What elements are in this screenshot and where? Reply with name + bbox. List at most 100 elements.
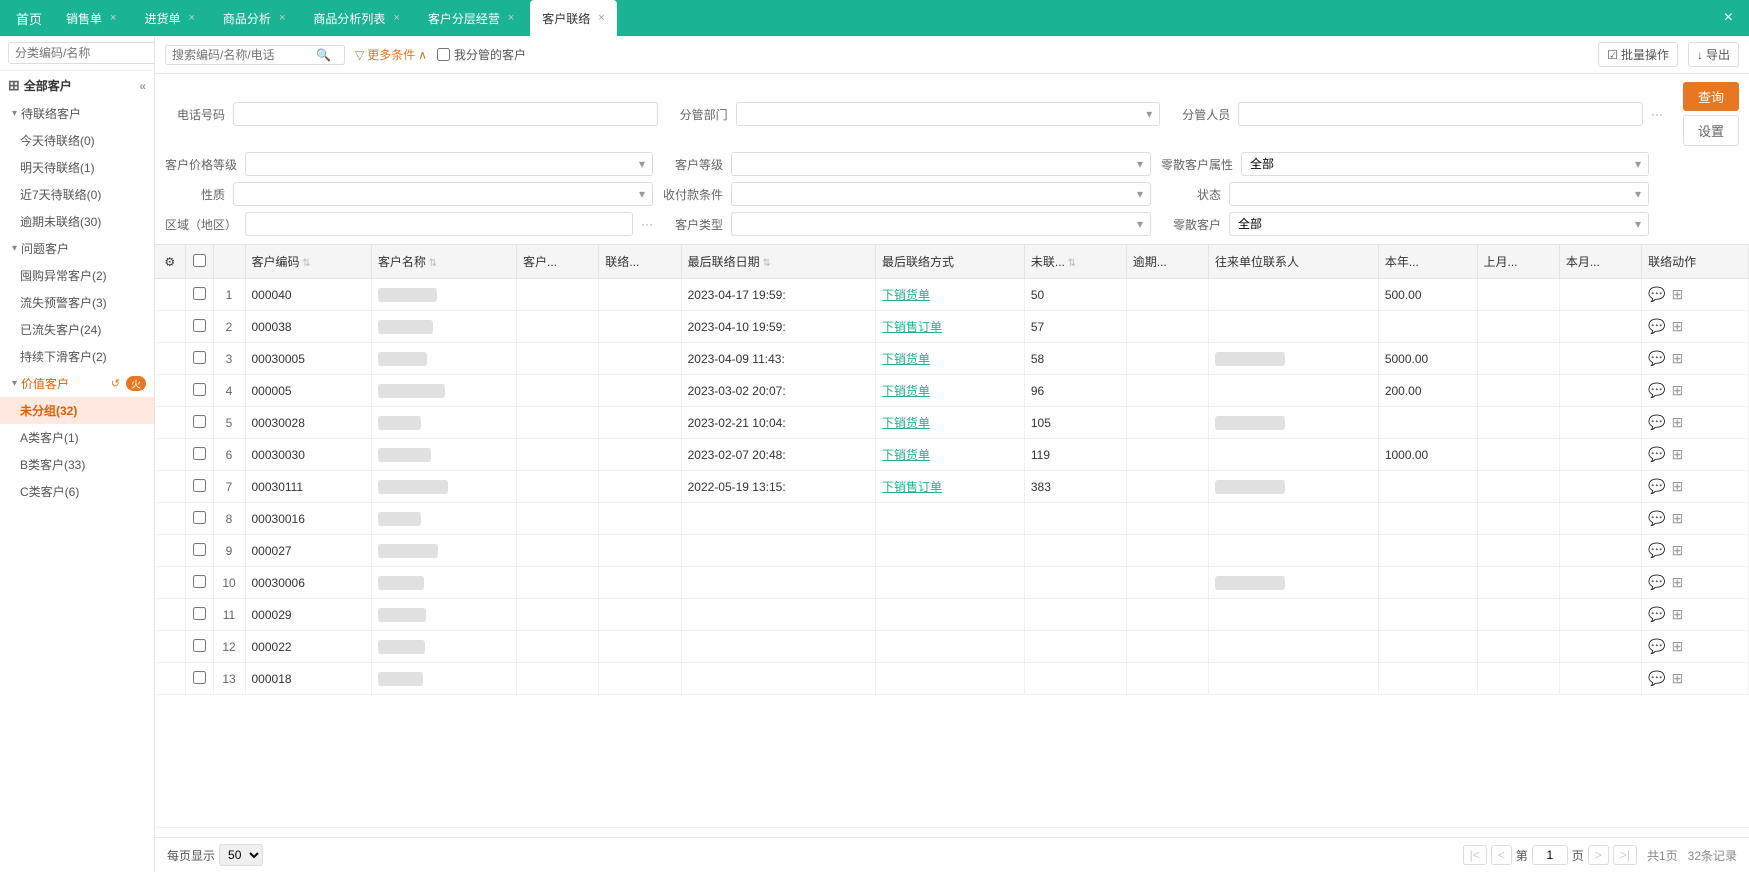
retail-attr-select[interactable]: 全部: [1241, 152, 1649, 176]
retail-customer-select[interactable]: 全部: [1229, 212, 1649, 236]
close-icon[interactable]: ×: [279, 12, 285, 24]
message-icon[interactable]: 💬: [1648, 638, 1665, 655]
sidebar-group-pending[interactable]: ▾ 待联络客户: [0, 100, 154, 127]
nav-tab-purchase[interactable]: 进货单 ×: [132, 0, 206, 36]
horizontal-scrollbar[interactable]: [155, 827, 1749, 837]
th-settings[interactable]: ⚙: [155, 245, 185, 279]
more-conditions-button[interactable]: ▽ 更多条件 ∧: [355, 46, 427, 63]
grid-action-icon[interactable]: ⊞: [1672, 574, 1684, 591]
batch-operation-button[interactable]: ☑ 批量操作: [1598, 42, 1678, 67]
td-last-contact-way[interactable]: 下销售订单: [876, 471, 1025, 503]
message-icon[interactable]: 💬: [1648, 574, 1665, 591]
nav-tab-product-analysis[interactable]: 商品分析 ×: [211, 0, 297, 36]
sidebar-item-b-customers[interactable]: B类客户(33): [0, 451, 154, 478]
td-last-contact-way[interactable]: 下销货单: [876, 279, 1025, 311]
last-page-button[interactable]: >|: [1613, 845, 1637, 865]
row-checkbox[interactable]: [193, 383, 206, 396]
close-icon[interactable]: ×: [598, 12, 604, 24]
row-checkbox[interactable]: [193, 671, 206, 684]
td-last-contact-way[interactable]: 下销货单: [876, 439, 1025, 471]
more-icon[interactable]: ···: [1651, 107, 1663, 121]
reset-button[interactable]: 设置: [1683, 115, 1739, 146]
sidebar-item-tomorrow-pending[interactable]: 明天待联络(1): [0, 154, 154, 181]
my-customers-checkbox[interactable]: [437, 48, 450, 61]
message-icon[interactable]: 💬: [1648, 286, 1665, 303]
th-last-contact-date[interactable]: 最后联络日期: [681, 245, 875, 279]
td-last-contact-way[interactable]: 下销货单: [876, 343, 1025, 375]
window-close-button[interactable]: ×: [1716, 9, 1741, 27]
row-checkbox[interactable]: [193, 607, 206, 620]
grid-action-icon[interactable]: ⊞: [1672, 542, 1684, 559]
th-uncontacted[interactable]: 未联...: [1024, 245, 1126, 279]
td-last-contact-way[interactable]: 下销货单: [876, 375, 1025, 407]
dept-select[interactable]: [736, 102, 1161, 126]
grid-action-icon[interactable]: ⊞: [1672, 638, 1684, 655]
payment-select[interactable]: [731, 182, 1151, 206]
query-button[interactable]: 查询: [1683, 82, 1739, 111]
message-icon[interactable]: 💬: [1648, 350, 1665, 367]
customer-level-select[interactable]: [731, 152, 1151, 176]
nav-tab-customer-tier[interactable]: 客户分层经营 ×: [416, 0, 526, 36]
grid-action-icon[interactable]: ⊞: [1672, 414, 1684, 431]
th-customer-name[interactable]: 客户名称: [371, 245, 516, 279]
page-size-dropdown[interactable]: 50: [219, 844, 263, 866]
grid-action-icon[interactable]: ⊞: [1672, 350, 1684, 367]
sidebar-item-overdue-pending[interactable]: 逾期未联络(30): [0, 208, 154, 235]
message-icon[interactable]: 💬: [1648, 414, 1665, 431]
sidebar-item-today-pending[interactable]: 今天待联络(0): [0, 127, 154, 154]
nature-select[interactable]: [233, 182, 653, 206]
row-checkbox[interactable]: [193, 575, 206, 588]
prev-page-button[interactable]: <: [1491, 845, 1512, 865]
sidebar-item-a-customers[interactable]: A类客户(1): [0, 424, 154, 451]
nav-tab-product-analysis-list[interactable]: 商品分析列表 ×: [301, 0, 411, 36]
nav-tab-customer-contact[interactable]: 客户联络 ×: [530, 0, 616, 36]
select-all-checkbox[interactable]: [193, 254, 206, 267]
message-icon[interactable]: 💬: [1648, 446, 1665, 463]
more-icon[interactable]: ···: [641, 217, 653, 231]
manager-input[interactable]: [1238, 102, 1643, 126]
sidebar-group-value[interactable]: ▾ 价值客户 ↺ 火: [0, 370, 154, 397]
price-level-select[interactable]: [245, 152, 653, 176]
row-checkbox[interactable]: [193, 543, 206, 556]
grid-action-icon[interactable]: ⊞: [1672, 606, 1684, 623]
td-last-contact-way[interactable]: 下销货单: [876, 407, 1025, 439]
grid-action-icon[interactable]: ⊞: [1672, 318, 1684, 335]
customer-search-input[interactable]: [172, 48, 312, 62]
message-icon[interactable]: 💬: [1648, 670, 1665, 687]
grid-action-icon[interactable]: ⊞: [1672, 446, 1684, 463]
close-icon[interactable]: ×: [393, 12, 399, 24]
export-button[interactable]: ↓ 导出: [1688, 42, 1739, 67]
page-number-input[interactable]: [1532, 845, 1568, 865]
search-icon[interactable]: 🔍: [316, 48, 331, 62]
close-icon[interactable]: ×: [188, 12, 194, 24]
sidebar-item-churn-warning[interactable]: 流失预警客户(3): [0, 289, 154, 316]
message-icon[interactable]: 💬: [1648, 478, 1665, 495]
grid-action-icon[interactable]: ⊞: [1672, 478, 1684, 495]
row-checkbox[interactable]: [193, 287, 206, 300]
message-icon[interactable]: 💬: [1648, 606, 1665, 623]
refresh-icon[interactable]: ↺: [111, 377, 120, 390]
sidebar-item-c-customers[interactable]: C类客户(6): [0, 478, 154, 505]
sidebar-group-problem[interactable]: ▾ 问题客户: [0, 235, 154, 262]
message-icon[interactable]: 💬: [1648, 510, 1665, 527]
row-checkbox[interactable]: [193, 351, 206, 364]
grid-action-icon[interactable]: ⊞: [1672, 286, 1684, 303]
next-page-button[interactable]: >: [1588, 845, 1609, 865]
sidebar-item-ungroup[interactable]: 未分组(32): [0, 397, 154, 424]
customer-type-select[interactable]: [731, 212, 1151, 236]
row-checkbox[interactable]: [193, 319, 206, 332]
row-checkbox[interactable]: [193, 511, 206, 524]
sidebar-item-churned[interactable]: 已流失客户(24): [0, 316, 154, 343]
sidebar-item-hoarding-anomaly[interactable]: 囤购异常客户(2): [0, 262, 154, 289]
close-icon[interactable]: ×: [508, 12, 514, 24]
message-icon[interactable]: 💬: [1648, 382, 1665, 399]
grid-action-icon[interactable]: ⊞: [1672, 510, 1684, 527]
region-input[interactable]: [245, 212, 633, 236]
row-checkbox[interactable]: [193, 415, 206, 428]
first-page-button[interactable]: |<: [1463, 845, 1487, 865]
row-checkbox[interactable]: [193, 447, 206, 460]
message-icon[interactable]: 💬: [1648, 318, 1665, 335]
sidebar-item-declining[interactable]: 持续下滑客户(2): [0, 343, 154, 370]
close-icon[interactable]: ×: [110, 12, 116, 24]
th-customer-code[interactable]: 客户编码: [245, 245, 371, 279]
